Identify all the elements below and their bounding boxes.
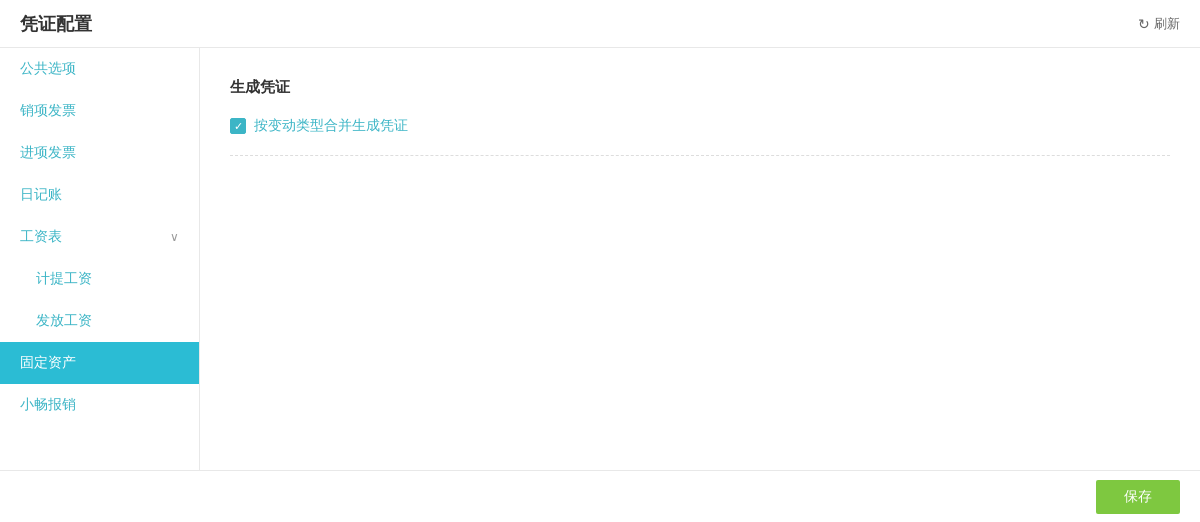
checkbox-label: 按变动类型合并生成凭证 — [254, 117, 408, 135]
checkmark-icon: ✓ — [234, 121, 243, 132]
sidebar-item-fixed-assets[interactable]: 固定资产 — [0, 342, 199, 384]
sidebar-item-purchase-invoice[interactable]: 进项发票 — [0, 132, 199, 174]
sidebar-item-label: 固定资产 — [20, 354, 76, 372]
sidebar: 公共选项 销项发票 进项发票 日记账 工资表 ∨ 计提工资 发放工资 — [0, 48, 200, 470]
sidebar-item-label: 进项发票 — [20, 144, 76, 162]
sidebar-item-payroll[interactable]: 工资表 ∨ — [0, 216, 199, 258]
sidebar-item-payroll-distribute[interactable]: 发放工资 — [0, 300, 199, 342]
save-button[interactable]: 保存 — [1096, 480, 1180, 514]
merge-checkbox[interactable]: ✓ — [230, 118, 246, 134]
sidebar-item-label: 计提工资 — [36, 270, 92, 288]
main-layout: 公共选项 销项发票 进项发票 日记账 工资表 ∨ 计提工资 发放工资 — [0, 48, 1200, 470]
sidebar-item-expense[interactable]: 小畅报销 — [0, 384, 199, 426]
sidebar-item-label: 日记账 — [20, 186, 62, 204]
content-area: 生成凭证 ✓ 按变动类型合并生成凭证 — [200, 48, 1200, 470]
page-header: 凭证配置 ↻ 刷新 — [0, 0, 1200, 48]
sidebar-item-public[interactable]: 公共选项 — [0, 48, 199, 90]
sidebar-item-payroll-accrual[interactable]: 计提工资 — [0, 258, 199, 300]
sidebar-item-sales-invoice[interactable]: 销项发票 — [0, 90, 199, 132]
checkbox-row: ✓ 按变动类型合并生成凭证 — [230, 117, 1170, 135]
divider — [230, 155, 1170, 156]
section-title: 生成凭证 — [230, 78, 1170, 97]
refresh-icon: ↻ — [1138, 16, 1150, 32]
sidebar-item-label: 发放工资 — [36, 312, 92, 330]
sidebar-item-label: 销项发票 — [20, 102, 76, 120]
page-wrapper: 凭证配置 ↻ 刷新 公共选项 销项发票 进项发票 日记账 工资表 ∨ — [0, 0, 1200, 522]
sidebar-item-label: 公共选项 — [20, 60, 76, 78]
chevron-down-icon: ∨ — [170, 230, 179, 244]
page-footer: 保存 — [0, 470, 1200, 522]
sidebar-item-label: 工资表 — [20, 228, 62, 246]
refresh-label: 刷新 — [1154, 15, 1180, 33]
page-title: 凭证配置 — [20, 12, 92, 36]
sidebar-item-label: 小畅报销 — [20, 396, 76, 414]
refresh-button[interactable]: ↻ 刷新 — [1138, 15, 1180, 33]
sidebar-item-journal[interactable]: 日记账 — [0, 174, 199, 216]
